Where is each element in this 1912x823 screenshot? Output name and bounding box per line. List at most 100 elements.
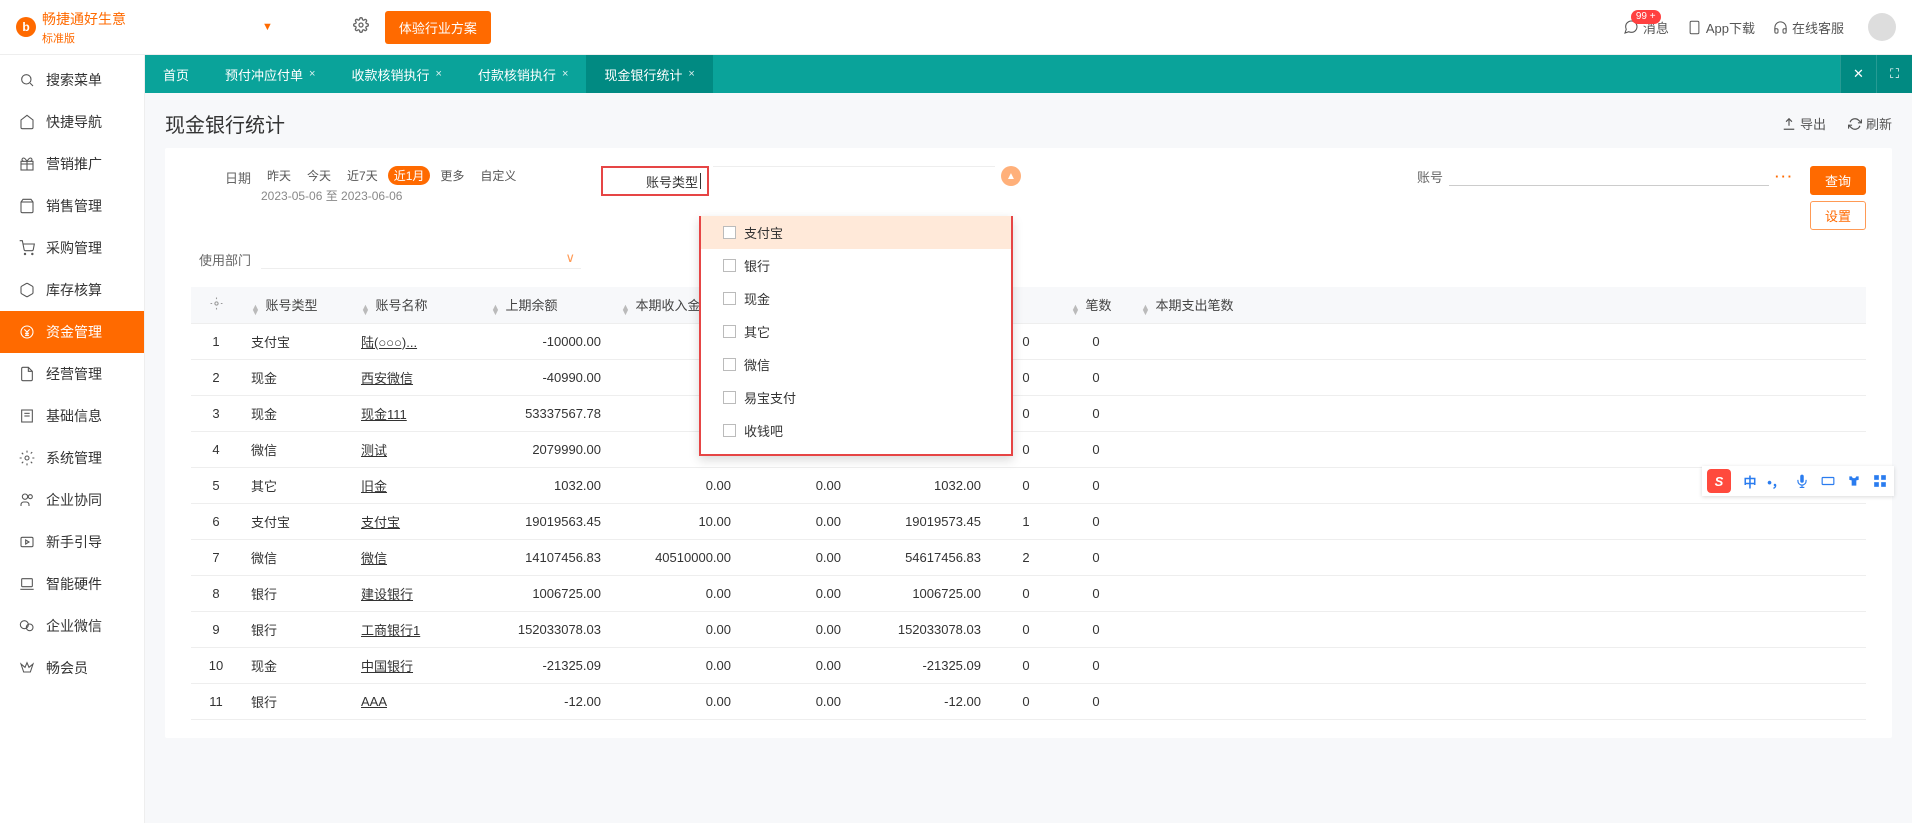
org-switcher[interactable]: ▼ bbox=[196, 17, 333, 37]
export-button[interactable]: 导出 bbox=[1782, 114, 1826, 133]
sort-icon[interactable]: ▲▼ bbox=[251, 305, 260, 315]
sort-icon[interactable]: ▲▼ bbox=[1141, 305, 1150, 315]
checkbox[interactable] bbox=[723, 226, 736, 239]
messages-button[interactable]: 99 + 消息 bbox=[1623, 18, 1669, 37]
ime-punct-icon[interactable]: •， bbox=[1767, 472, 1785, 490]
ime-lang-icon[interactable]: 中 bbox=[1741, 472, 1759, 490]
account-name-link[interactable]: 建设银行 bbox=[361, 587, 413, 602]
account-name-link[interactable]: 测试 bbox=[361, 443, 387, 458]
column-header[interactable] bbox=[191, 287, 241, 324]
tab[interactable]: 付款核销执行× bbox=[460, 55, 586, 93]
account-name-link[interactable]: 旧金 bbox=[361, 479, 387, 494]
sidebar-item-box[interactable]: 库存核算 bbox=[0, 269, 144, 311]
account-name-link[interactable]: 陆(○○○)... bbox=[361, 335, 417, 350]
dropdown-item[interactable]: 微信 bbox=[701, 348, 1011, 381]
close-tab-icon[interactable]: ✕ bbox=[1840, 55, 1876, 93]
account-name-link[interactable]: AAA bbox=[361, 694, 387, 709]
settings-button[interactable]: 设置 bbox=[1810, 201, 1866, 230]
dropdown-item[interactable]: 长沙银行 bbox=[701, 447, 1011, 456]
refresh-icon bbox=[1848, 117, 1862, 131]
sidebar-item-bag[interactable]: 销售管理 bbox=[0, 185, 144, 227]
dropdown-item[interactable]: 其它 bbox=[701, 315, 1011, 348]
sidebar-item-hw[interactable]: 智能硬件 bbox=[0, 563, 144, 605]
logo[interactable]: b 畅捷通好生意 标准版 bbox=[16, 9, 126, 46]
online-service-button[interactable]: 在线客服 bbox=[1773, 18, 1844, 37]
dropdown-item[interactable]: 支付宝 bbox=[701, 216, 1011, 249]
tab[interactable]: 收款核销执行× bbox=[333, 55, 459, 93]
dropdown-item[interactable]: 银行 bbox=[701, 249, 1011, 282]
ime-toolbox-icon[interactable] bbox=[1871, 472, 1889, 490]
checkbox[interactable] bbox=[723, 292, 736, 305]
ime-skin-icon[interactable] bbox=[1845, 472, 1863, 490]
sidebar-item-play[interactable]: 新手引导 bbox=[0, 521, 144, 563]
account-type-dropdown[interactable]: 支付宝银行现金其它微信易宝支付收钱吧长沙银行 bbox=[699, 216, 1013, 456]
more-dots-icon[interactable]: ··· bbox=[1775, 169, 1794, 184]
gear-icon[interactable] bbox=[353, 17, 369, 38]
sidebar-item-home[interactable]: 快捷导航 bbox=[0, 101, 144, 143]
dept-dropdown[interactable]: ∨ bbox=[261, 248, 581, 269]
collapse-toggle-icon[interactable]: ▲ bbox=[1001, 166, 1021, 186]
date-chip[interactable]: 自定义 bbox=[474, 166, 522, 185]
date-chip[interactable]: 昨天 bbox=[261, 166, 297, 185]
column-header[interactable]: ▲▼ 账号名称 bbox=[351, 287, 481, 324]
dropdown-item[interactable]: 收钱吧 bbox=[701, 414, 1011, 447]
query-button[interactable]: 查询 bbox=[1810, 166, 1866, 195]
sidebar-item-vip[interactable]: 畅会员 bbox=[0, 647, 144, 689]
date-chip[interactable]: 近1月 bbox=[388, 166, 431, 185]
sort-icon[interactable]: ▲▼ bbox=[361, 305, 370, 315]
dropdown-item[interactable]: 易宝支付 bbox=[701, 381, 1011, 414]
column-header[interactable]: ▲▼ 笔数 bbox=[1061, 287, 1131, 324]
close-icon[interactable]: × bbox=[435, 68, 441, 80]
account-name-link[interactable]: 微信 bbox=[361, 551, 387, 566]
date-chip[interactable]: 今天 bbox=[301, 166, 337, 185]
table-row: 4微信测试2079990.000.0000 bbox=[191, 432, 1866, 468]
app-download-button[interactable]: App下载 bbox=[1687, 18, 1755, 37]
trial-button[interactable]: 体验行业方案 bbox=[385, 11, 491, 44]
sidebar-item-cart[interactable]: 采购管理 bbox=[0, 227, 144, 269]
account-name-link[interactable]: 中国银行 bbox=[361, 659, 413, 674]
sidebar-item-wechat[interactable]: 企业微信 bbox=[0, 605, 144, 647]
sidebar-item-team[interactable]: 企业协同 bbox=[0, 479, 144, 521]
date-chip[interactable]: 更多 bbox=[434, 166, 470, 185]
top-header: b 畅捷通好生意 标准版 ▼ 体验行业方案 99 + 消息 App下载 在线客服 bbox=[0, 0, 1912, 55]
sort-icon[interactable]: ▲▼ bbox=[1071, 305, 1080, 315]
tab[interactable]: 预付冲应付单× bbox=[207, 55, 333, 93]
account-type-filter[interactable]: 账号类型 bbox=[601, 166, 709, 196]
checkbox[interactable] bbox=[723, 325, 736, 338]
column-header[interactable]: ▲▼ 本期支出笔数 bbox=[1131, 287, 1866, 324]
account-name-link[interactable]: 现金111 bbox=[361, 407, 407, 422]
tab[interactable]: 现金银行统计× bbox=[586, 55, 712, 93]
close-icon[interactable]: × bbox=[309, 68, 315, 80]
checkbox[interactable] bbox=[723, 424, 736, 437]
account-name-link[interactable]: 西安微信 bbox=[361, 371, 413, 386]
sidebar-item-gear[interactable]: 系统管理 bbox=[0, 437, 144, 479]
ime-keyboard-icon[interactable] bbox=[1819, 472, 1837, 490]
checkbox[interactable] bbox=[723, 259, 736, 272]
sort-icon[interactable]: ▲▼ bbox=[491, 305, 500, 315]
tab[interactable]: 首页 bbox=[145, 55, 207, 93]
column-header[interactable]: ▲▼ 账号类型 bbox=[241, 287, 351, 324]
sort-icon[interactable]: ▲▼ bbox=[621, 305, 630, 315]
refresh-button[interactable]: 刷新 bbox=[1848, 114, 1892, 133]
checkbox[interactable] bbox=[723, 358, 736, 371]
sidebar-item-gift[interactable]: 营销推广 bbox=[0, 143, 144, 185]
close-icon[interactable]: × bbox=[688, 68, 694, 80]
sidebar-item-search[interactable]: 搜索菜单 bbox=[0, 59, 144, 101]
sidebar-item-file[interactable]: 基础信息 bbox=[0, 395, 144, 437]
table-row: 9银行工商银行1152033078.030.000.00152033078.03… bbox=[191, 612, 1866, 648]
gear-icon[interactable] bbox=[210, 297, 223, 310]
fullscreen-icon[interactable]: ⛶ bbox=[1876, 55, 1912, 93]
close-icon[interactable]: × bbox=[562, 68, 568, 80]
sidebar-item-money[interactable]: 资金管理 bbox=[0, 311, 144, 353]
checkbox[interactable] bbox=[723, 391, 736, 404]
column-header[interactable]: ▲▼ 上期余额 bbox=[481, 287, 611, 324]
account-name-link[interactable]: 工商银行1 bbox=[361, 623, 420, 638]
date-chip[interactable]: 近7天 bbox=[341, 166, 384, 185]
ime-mic-icon[interactable] bbox=[1793, 472, 1811, 490]
dropdown-item[interactable]: 现金 bbox=[701, 282, 1011, 315]
sidebar-item-doc[interactable]: 经营管理 bbox=[0, 353, 144, 395]
avatar[interactable] bbox=[1868, 13, 1896, 41]
account-name-link[interactable]: 支付宝 bbox=[361, 515, 400, 530]
sogou-icon[interactable]: S bbox=[1707, 469, 1731, 493]
account-input[interactable] bbox=[1449, 166, 1769, 186]
